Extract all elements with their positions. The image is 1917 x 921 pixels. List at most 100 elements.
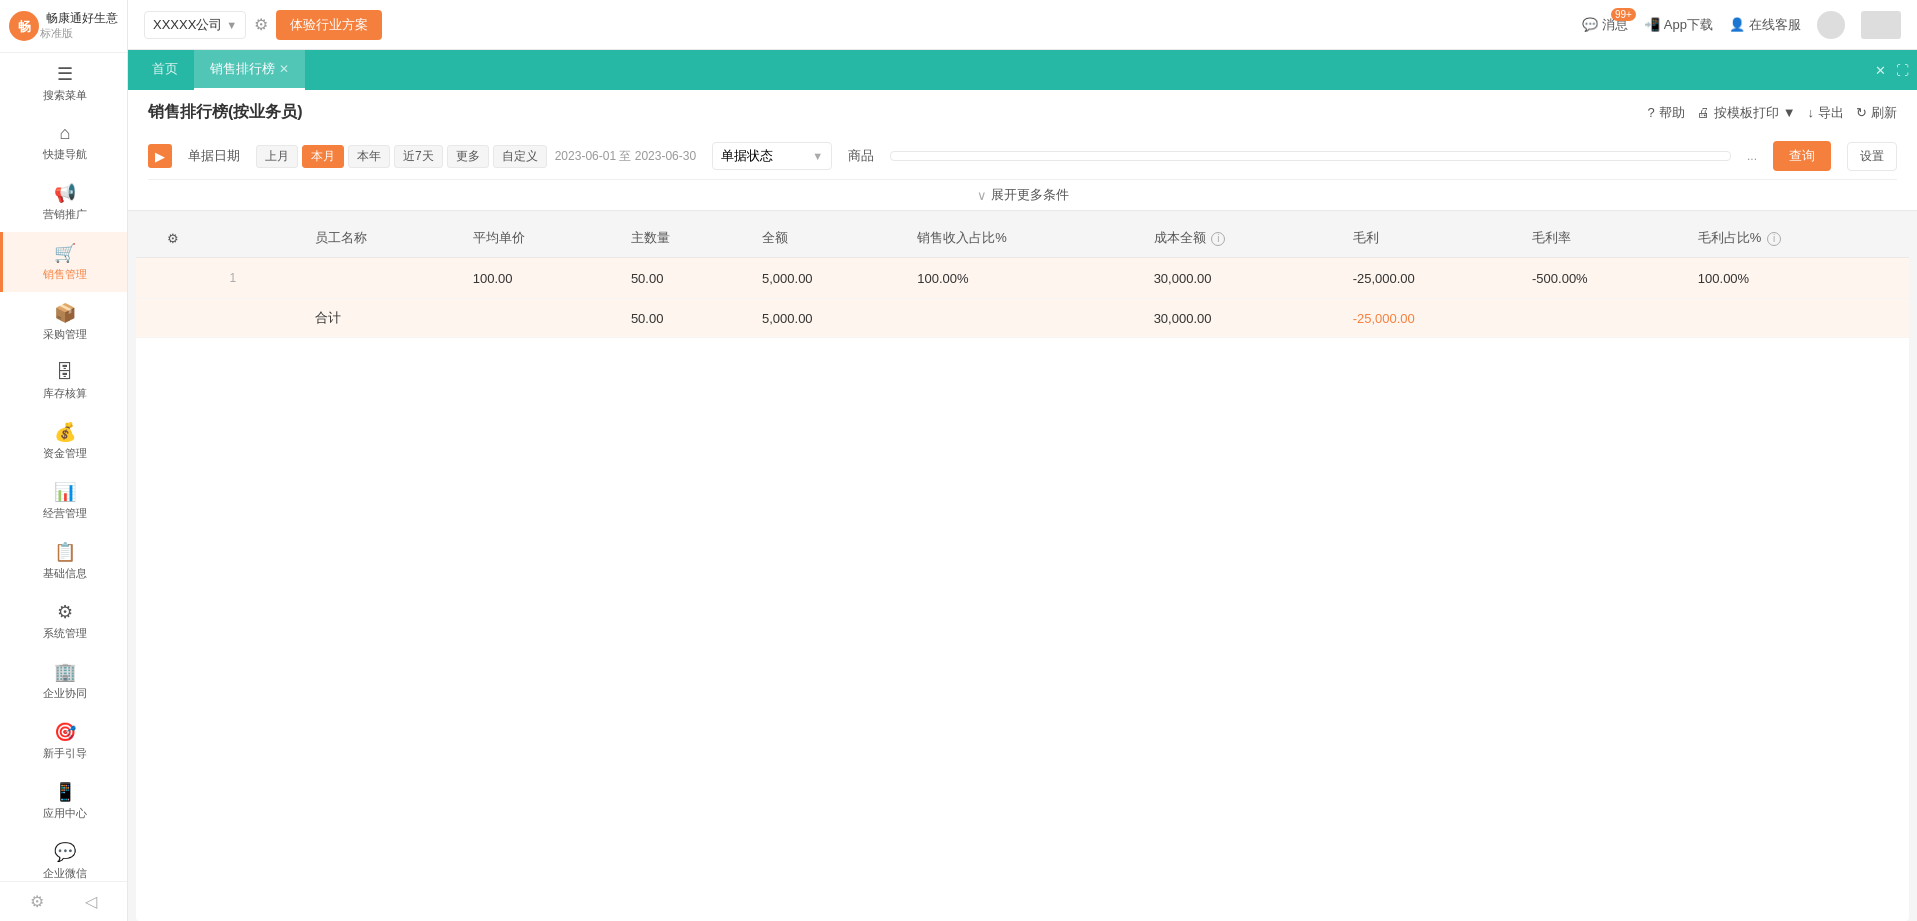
sidebar-label-wechat: 企业微信 xyxy=(43,866,87,881)
row-settings-cell xyxy=(136,258,211,299)
data-table-container: ⚙ 员工名称 平均单价 主数量 全额 销售收入占比% 成本全额 i 毛利 xyxy=(136,219,1909,921)
sidebar-item-marketing[interactable]: 📢 营销推广 xyxy=(0,172,127,232)
export-button[interactable]: ↓ 导出 xyxy=(1808,104,1845,122)
date-filter-year[interactable]: 本年 xyxy=(348,145,390,168)
col-amount: 全额 xyxy=(750,219,905,258)
sidebar-item-search[interactable]: ☰ 搜索菜单 xyxy=(0,53,127,113)
sidebar-item-app-center[interactable]: 📱 应用中心 xyxy=(0,771,127,831)
settings-footer-icon[interactable]: ⚙ xyxy=(30,892,44,911)
row-gross-cell: -25,000.00 xyxy=(1341,258,1520,299)
col-gross: 毛利 xyxy=(1341,219,1520,258)
home-icon: ⌂ xyxy=(60,123,71,144)
sidebar-label-sales: 销售管理 xyxy=(43,267,87,282)
sidebar-item-inventory[interactable]: 🗄 库存核算 xyxy=(0,352,127,411)
col-gross-rate: 毛利率 xyxy=(1520,219,1686,258)
sidebar-item-basic-info[interactable]: 📋 基础信息 xyxy=(0,531,127,591)
sidebar-label-quick-nav: 快捷导航 xyxy=(43,147,87,162)
sidebar-item-operations[interactable]: 📊 经营管理 xyxy=(0,471,127,531)
date-filter-7days[interactable]: 近7天 xyxy=(394,145,443,168)
export-icon: ↓ xyxy=(1808,105,1815,120)
refresh-button[interactable]: ↻ 刷新 xyxy=(1856,104,1897,122)
date-filter-custom[interactable]: 自定义 xyxy=(493,145,547,168)
sidebar-item-purchase[interactable]: 📦 采购管理 xyxy=(0,292,127,352)
content-area: 销售排行榜(按业务员) ? 帮助 🖨 按模板打印 ▼ ↓ 导出 xyxy=(128,90,1917,921)
search-menu-icon: ☰ xyxy=(57,63,73,85)
topbar-right: 💬 消息 99+ 📲 App下载 👤 在线客服 xyxy=(1582,11,1901,39)
sidebar-label-system: 系统管理 xyxy=(43,626,87,641)
settings-button[interactable]: 设置 xyxy=(1847,142,1897,171)
sidebar-label-inventory: 库存核算 xyxy=(43,386,87,401)
sidebar-item-quick-nav[interactable]: ⌂ 快捷导航 xyxy=(0,113,127,172)
window-close-icon[interactable]: ✕ xyxy=(1875,63,1886,78)
tab-sales-ranking[interactable]: 销售排行榜 ✕ xyxy=(194,50,305,90)
window-maximize-icon[interactable]: ⛶ xyxy=(1896,63,1909,78)
date-filters: 上月 本月 本年 近7天 更多 自定义 2023-06-01 至 2023-06… xyxy=(256,145,696,168)
table-settings-icon[interactable]: ⚙ xyxy=(167,231,179,246)
company-name: XXXXX公司 xyxy=(153,16,222,34)
basic-info-icon: 📋 xyxy=(54,541,76,563)
sidebar-menu: ☰ 搜索菜单 ⌂ 快捷导航 📢 营销推广 🛒 销售管理 📦 采购管理 🗄 库存核… xyxy=(0,53,127,881)
row-amount-cell: 5,000.00 xyxy=(750,258,905,299)
date-filter-more[interactable]: 更多 xyxy=(447,145,489,168)
trial-button[interactable]: 体验行业方案 xyxy=(276,10,382,40)
topbar: XXXXX公司 ▼ ⚙ 体验行业方案 💬 消息 99+ 📲 App下载 👤 在线… xyxy=(128,0,1917,50)
message-action[interactable]: 💬 消息 99+ xyxy=(1582,16,1628,34)
print-button[interactable]: 🖨 按模板打印 ▼ xyxy=(1697,104,1796,122)
date-range-text: 2023-06-01 至 2023-06-30 xyxy=(555,148,696,165)
main-area: XXXXX公司 ▼ ⚙ 体验行业方案 💬 消息 99+ 📲 App下载 👤 在线… xyxy=(128,0,1917,921)
sidebar-item-guide[interactable]: 🎯 新手引导 xyxy=(0,711,127,771)
cost-info-icon[interactable]: i xyxy=(1211,232,1225,246)
date-label: 单据日期 xyxy=(188,147,240,165)
refresh-icon: ↻ xyxy=(1856,105,1867,120)
row-rank-cell: 1 xyxy=(211,258,303,299)
goods-label: 商品 xyxy=(848,147,874,165)
expand-more-button[interactable]: ∨ 展开更多条件 xyxy=(148,179,1897,210)
tab-close-icon[interactable]: ✕ xyxy=(279,62,289,76)
status-filter[interactable]: 单据状态 ▼ xyxy=(712,142,832,170)
more-filters-button[interactable]: ... xyxy=(1747,149,1757,163)
sidebar-label-purchase: 采购管理 xyxy=(43,327,87,342)
date-filter-current-month[interactable]: 本月 xyxy=(302,145,344,168)
sidebar: 畅 畅康通好生意 标准版 ☰ 搜索菜单 ⌂ 快捷导航 📢 营销推广 🛒 销售管理… xyxy=(0,0,128,921)
megaphone-icon: 📢 xyxy=(54,182,76,204)
help-button[interactable]: ? 帮助 xyxy=(1647,104,1684,122)
logo-subtitle: 标准版 xyxy=(40,26,118,41)
enterprise-icon: 🏢 xyxy=(54,661,76,683)
sidebar-label-operations: 经营管理 xyxy=(43,506,87,521)
page-header: 销售排行榜(按业务员) ? 帮助 🖨 按模板打印 ▼ ↓ 导出 xyxy=(128,90,1917,211)
operations-icon: 📊 xyxy=(54,481,76,503)
goods-filter-input[interactable] xyxy=(890,151,1731,161)
sidebar-item-finance[interactable]: 💰 资金管理 xyxy=(0,411,127,471)
filter-collapse-button[interactable]: ▶ xyxy=(148,144,172,168)
col-settings[interactable]: ⚙ xyxy=(136,219,211,258)
sidebar-item-system[interactable]: ⚙ 系统管理 xyxy=(0,591,127,651)
sidebar-item-sales[interactable]: 🛒 销售管理 xyxy=(0,232,127,292)
query-button[interactable]: 查询 xyxy=(1773,141,1831,171)
date-filter-prev-month[interactable]: 上月 xyxy=(256,145,298,168)
company-selector[interactable]: XXXXX公司 ▼ xyxy=(144,11,246,39)
footer-cost-cell: 30,000.00 xyxy=(1142,299,1341,338)
sidebar-item-wechat[interactable]: 💬 企业微信 xyxy=(0,831,127,881)
refresh-label: 刷新 xyxy=(1871,104,1897,122)
footer-gross-rate-cell xyxy=(1520,299,1686,338)
message-badge: 99+ xyxy=(1611,8,1636,21)
expand-arrow: ∨ xyxy=(977,188,987,203)
footer-rank-cell xyxy=(211,299,303,338)
row-cost-cell: 30,000.00 xyxy=(1142,258,1341,299)
sidebar-item-enterprise[interactable]: 🏢 企业协同 xyxy=(0,651,127,711)
col-avg-price: 平均单价 xyxy=(461,219,619,258)
user-avatar[interactable] xyxy=(1817,11,1845,39)
footer-gross-pct-cell xyxy=(1686,299,1909,338)
col-rank xyxy=(211,219,303,258)
online-service-action[interactable]: 👤 在线客服 xyxy=(1729,16,1801,34)
collapse-icon[interactable]: ◁ xyxy=(85,892,97,911)
status-label: 单据状态 xyxy=(721,147,773,165)
table-row: 1 100.00 50.00 5,000.00 100.00% 30,000.0… xyxy=(136,258,1909,299)
col-cost: 成本全额 i xyxy=(1142,219,1341,258)
tab-home[interactable]: 首页 xyxy=(136,50,194,90)
purchase-icon: 📦 xyxy=(54,302,76,324)
app-download-action[interactable]: 📲 App下载 xyxy=(1644,16,1713,34)
cart-icon: 🛒 xyxy=(54,242,76,264)
gross-pct-info-icon[interactable]: i xyxy=(1767,232,1781,246)
topbar-gear-icon[interactable]: ⚙ xyxy=(254,15,268,34)
